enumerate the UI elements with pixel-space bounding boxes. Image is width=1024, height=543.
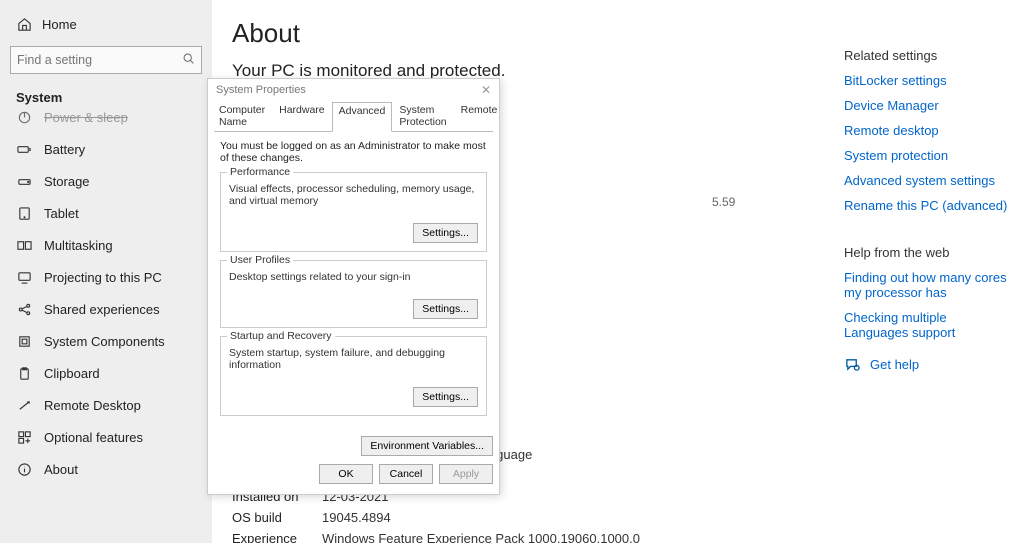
sidebar-home-label: Home [42, 17, 77, 32]
nav-label: Multitasking [44, 238, 113, 253]
right-panel: Related settings BitLocker settings Devi… [834, 0, 1024, 543]
power-icon [16, 109, 32, 125]
dialog-titlebar[interactable]: System Properties ✕ [208, 79, 499, 101]
group-performance: Performance Visual effects, processor sc… [220, 172, 487, 252]
environment-variables-button[interactable]: Environment Variables... [361, 436, 493, 456]
tab-system-protection[interactable]: System Protection [392, 101, 453, 131]
projecting-icon [16, 269, 32, 285]
nav-item-power-sleep[interactable]: Power & sleep [6, 109, 206, 133]
nav-item-shared-experiences[interactable]: Shared experiences [6, 293, 206, 325]
cancel-button[interactable]: Cancel [379, 464, 433, 484]
tab-computer-name[interactable]: Computer Name [212, 101, 272, 131]
group-startup-recovery: Startup and Recovery System startup, sys… [220, 336, 487, 416]
apply-button[interactable]: Apply [439, 464, 493, 484]
nav-label: About [44, 462, 78, 477]
startup-recovery-settings-button[interactable]: Settings... [413, 387, 478, 407]
shared-icon [16, 301, 32, 317]
search-box[interactable] [10, 46, 202, 74]
spec-value: 19045.4894 [322, 510, 391, 525]
link-system-protection[interactable]: System protection [844, 148, 1014, 163]
tablet-icon [16, 205, 32, 221]
nav-item-remote-desktop[interactable]: Remote Desktop [6, 389, 206, 421]
group-desc: System startup, system failure, and debu… [229, 347, 478, 371]
background-text-fragment: 5.59 [712, 195, 735, 209]
close-icon[interactable]: ✕ [481, 83, 491, 97]
performance-settings-button[interactable]: Settings... [413, 223, 478, 243]
nav-label: System Components [44, 334, 165, 349]
clipboard-icon [16, 365, 32, 381]
admin-note: You must be logged on as an Administrato… [220, 140, 487, 164]
related-settings-heading: Related settings [844, 48, 1014, 63]
nav-item-storage[interactable]: Storage [6, 165, 206, 197]
nav-label: Tablet [44, 206, 79, 221]
group-desc: Visual effects, processor scheduling, me… [229, 183, 478, 207]
sidebar: Home System Power & sleep Battery Storag… [0, 0, 212, 543]
search-icon [182, 52, 195, 68]
multitasking-icon [16, 237, 32, 253]
sidebar-home[interactable]: Home [6, 8, 206, 40]
get-help-link[interactable]: Get help [870, 357, 919, 372]
spec-label: OS build [232, 510, 322, 525]
link-cores-help[interactable]: Finding out how many cores my processor … [844, 270, 1014, 300]
ok-button[interactable]: OK [319, 464, 373, 484]
battery-icon [16, 141, 32, 157]
get-help-row[interactable]: Get help [844, 356, 1014, 372]
nav-item-battery[interactable]: Battery [6, 133, 206, 165]
tab-advanced[interactable]: Advanced [332, 102, 393, 132]
nav-label: Projecting to this PC [44, 270, 162, 285]
nav-label: Optional features [44, 430, 143, 445]
nav-item-system-components[interactable]: System Components [6, 325, 206, 357]
about-icon [16, 461, 32, 477]
nav-label: Power & sleep [44, 110, 128, 125]
nav-item-clipboard[interactable]: Clipboard [6, 357, 206, 389]
dialog-tabstrip: Computer Name Hardware Advanced System P… [208, 101, 499, 131]
group-user-profiles: User Profiles Desktop settings related t… [220, 260, 487, 328]
spec-row-osbuild: OS build 19045.4894 [232, 510, 814, 525]
help-from-web-heading: Help from the web [844, 245, 1014, 260]
link-device-manager[interactable]: Device Manager [844, 98, 1014, 113]
home-icon [16, 16, 32, 32]
dialog-body: You must be logged on as an Administrato… [214, 131, 493, 430]
group-title: Startup and Recovery [227, 330, 335, 342]
nav-label: Storage [44, 174, 90, 189]
nav-item-optional-features[interactable]: Optional features [6, 421, 206, 453]
page-title: About [232, 18, 814, 49]
nav-item-about[interactable]: About [6, 453, 206, 485]
link-rename-pc[interactable]: Rename this PC (advanced) [844, 198, 1014, 213]
link-languages-help[interactable]: Checking multiple Languages support [844, 310, 1014, 340]
components-icon [16, 333, 32, 349]
nav-label: Clipboard [44, 366, 100, 381]
sidebar-section-title: System [6, 84, 206, 109]
spec-value: Windows Feature Experience Pack 1000.190… [322, 531, 640, 543]
spec-row-experience: Experience Windows Feature Experience Pa… [232, 531, 814, 543]
nav-label: Battery [44, 142, 85, 157]
storage-icon [16, 173, 32, 189]
user-profiles-settings-button[interactable]: Settings... [413, 299, 478, 319]
nav-label: Remote Desktop [44, 398, 141, 413]
chat-help-icon [844, 356, 860, 372]
link-advanced-system-settings[interactable]: Advanced system settings [844, 173, 1014, 188]
search-input[interactable] [17, 53, 182, 67]
nav-label: Shared experiences [44, 302, 160, 317]
nav-item-projecting[interactable]: Projecting to this PC [6, 261, 206, 293]
tab-remote[interactable]: Remote [454, 101, 505, 131]
link-bitlocker[interactable]: BitLocker settings [844, 73, 1014, 88]
system-properties-dialog: System Properties ✕ Computer Name Hardwa… [207, 78, 500, 495]
nav-item-multitasking[interactable]: Multitasking [6, 229, 206, 261]
group-title: User Profiles [227, 254, 293, 266]
spec-label: Experience [232, 531, 322, 543]
optional-features-icon [16, 429, 32, 445]
tab-hardware[interactable]: Hardware [272, 101, 332, 131]
nav-list: Power & sleep Battery Storage Tablet Mul… [6, 109, 206, 485]
nav-item-tablet[interactable]: Tablet [6, 197, 206, 229]
link-remote-desktop[interactable]: Remote desktop [844, 123, 1014, 138]
group-title: Performance [227, 166, 293, 178]
group-desc: Desktop settings related to your sign-in [229, 271, 478, 283]
dialog-title-text: System Properties [216, 84, 306, 96]
remote-desktop-icon [16, 397, 32, 413]
dialog-footer: OK Cancel Apply [208, 456, 499, 494]
